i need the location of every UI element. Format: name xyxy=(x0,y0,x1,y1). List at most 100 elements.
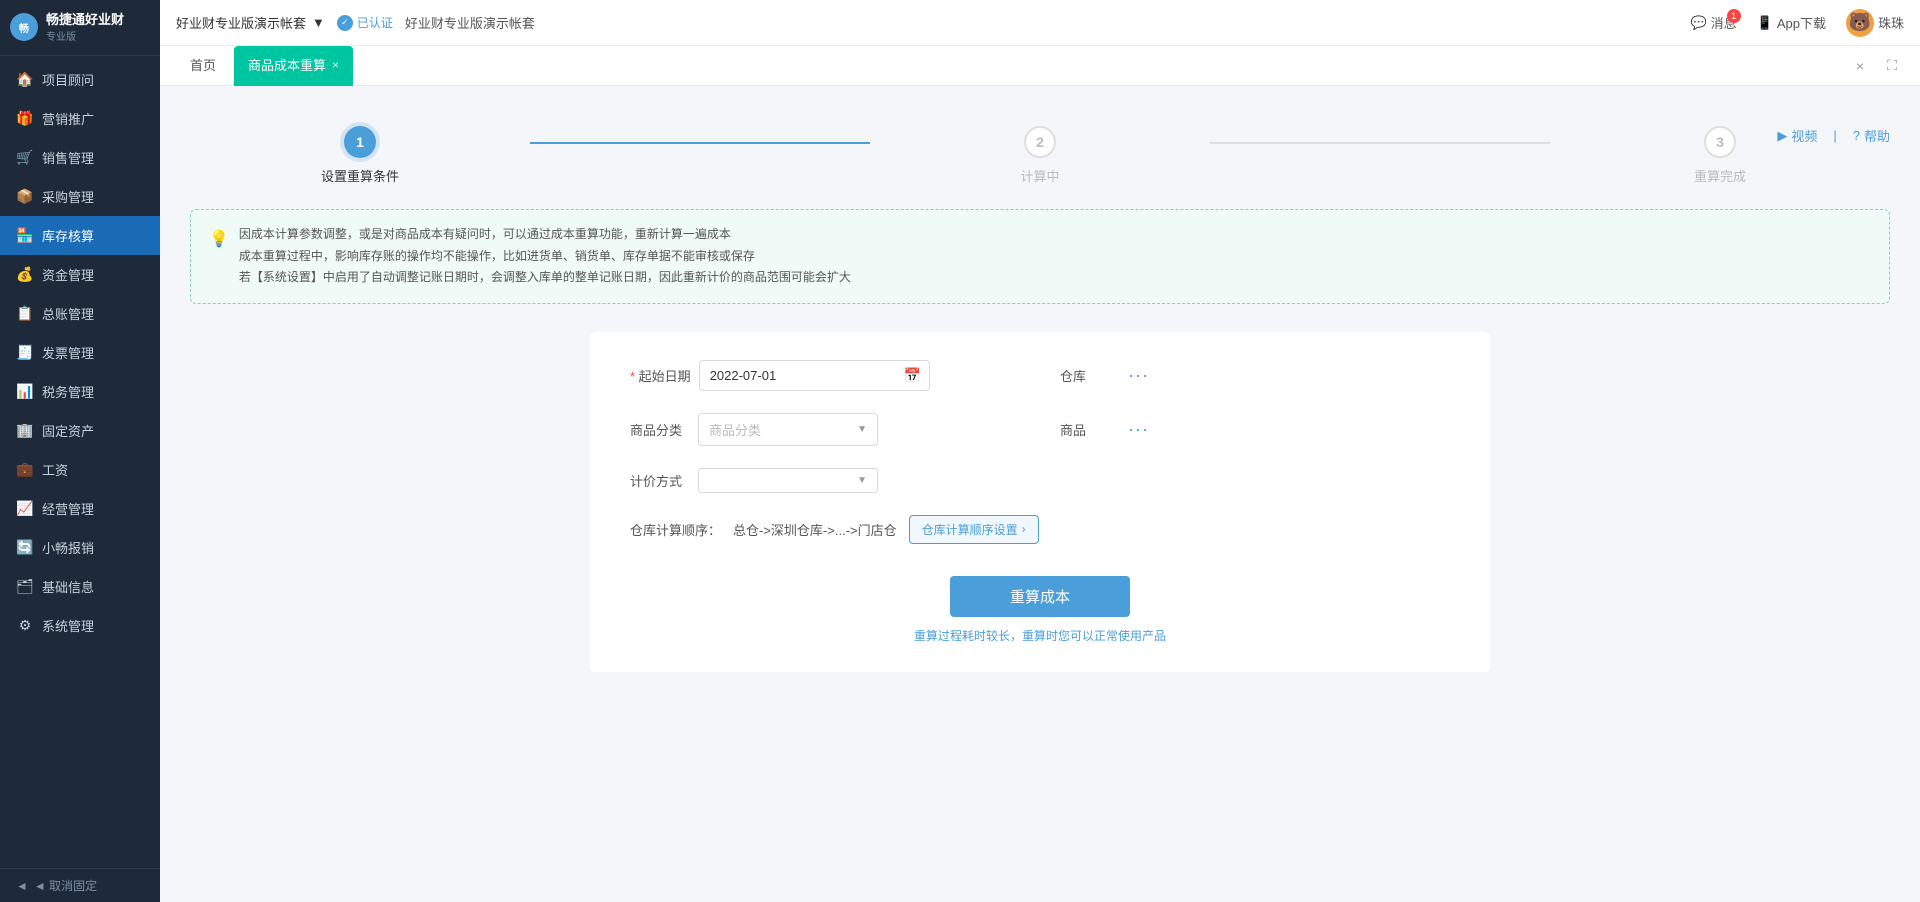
step-3-circle: 3 xyxy=(1704,126,1736,158)
message-icon: 💬 xyxy=(1690,15,1706,31)
sidebar-item-accounting-label: 总账管理 xyxy=(42,304,94,323)
verified-icon: ✓ xyxy=(337,15,353,31)
sidebar-nav: 🏠 项目顾问 🎁 营销推广 🛒 销售管理 📦 采购管理 🏪 库存核算 💰 资金管… xyxy=(0,56,160,868)
pricing-field: 计价方式 ▼ xyxy=(630,468,1020,493)
sidebar-item-business-label: 经营管理 xyxy=(42,499,94,518)
category-select[interactable]: 商品分类 ▼ xyxy=(698,413,878,446)
expand-icon: ⛶ xyxy=(1887,57,1897,74)
sidebar-edition: 专业版 xyxy=(46,28,124,43)
step-1-label: 设置重算条件 xyxy=(321,166,399,185)
step-1: 1 设置重算条件 xyxy=(190,126,530,185)
step-line-2 xyxy=(1210,142,1550,144)
app-download-button[interactable]: 📱 App下载 xyxy=(1757,13,1826,32)
tab-close-icon[interactable]: × xyxy=(332,58,339,72)
warehouse-order-label: 仓库计算顺序： xyxy=(630,520,721,539)
sidebar-item-purchase[interactable]: 📦 采购管理 xyxy=(0,177,160,216)
purchase-icon: 📦 xyxy=(16,187,34,205)
sidebar-unpin-button[interactable]: ◄ ◄ 取消固定 xyxy=(0,868,160,902)
sidebar-item-finance-label: 资金管理 xyxy=(42,265,94,284)
notification-count: 1 xyxy=(1727,9,1741,23)
sidebar-item-expense[interactable]: 🔄 小畅报销 xyxy=(0,528,160,567)
start-date-label: 起始日期 xyxy=(630,366,691,385)
step-3-label: 重算完成 xyxy=(1694,166,1746,185)
account-selector[interactable]: 好业财专业版演示帐套 ▼ xyxy=(176,13,325,32)
warehouse-field: 仓库 ··· xyxy=(1060,365,1450,386)
warehouse-settings-arrow-icon: › xyxy=(1022,522,1026,536)
sidebar-item-tax[interactable]: 📊 税务管理 xyxy=(0,372,160,411)
verified-label: 已认证 xyxy=(357,14,393,31)
warehouse-order-value: 总仓->深圳仓库->...->门店仓 xyxy=(733,520,897,539)
user-avatar: 🐻 xyxy=(1846,9,1874,37)
sidebar-item-accounting[interactable]: 📋 总账管理 xyxy=(0,294,160,333)
info-content: 因成本计算参数调整，或是对商品成本有疑问时，可以通过成本重算功能，重新计算一遍成… xyxy=(239,224,851,289)
start-date-input[interactable] xyxy=(700,362,896,389)
inventory-icon: 🏪 xyxy=(16,226,34,244)
user-menu-button[interactable]: 🐻 珠珠 xyxy=(1846,9,1904,37)
topbar: 好业财专业版演示帐套 ▼ ✓ 已认证 好业财专业版演示帐套 💬 消息 1 📱 A… xyxy=(160,0,1920,46)
verified-badge: ✓ 已认证 xyxy=(337,14,393,31)
marketing-icon: 🎁 xyxy=(16,109,34,127)
sidebar-item-project[interactable]: 🏠 项目顾问 xyxy=(0,60,160,99)
warehouse-order-settings-button[interactable]: 仓库计算顺序设置 › xyxy=(909,515,1039,544)
payroll-icon: 💼 xyxy=(16,460,34,478)
phone-icon: 📱 xyxy=(1757,15,1773,31)
calc-note: 重算过程耗时较长，重算时您可以正常使用产品 xyxy=(630,627,1450,644)
pricing-chevron-down-icon: ▼ xyxy=(857,475,867,486)
info-line-2: 成本重算过程中，影响库存账的操作均不能操作，比如进货单、销货单、库存单据不能审核… xyxy=(239,246,851,268)
tab-cost-recalc[interactable]: 商品成本重算 × xyxy=(234,46,353,86)
invoice-icon: 🧾 xyxy=(16,343,34,361)
tab-home[interactable]: 首页 xyxy=(176,46,230,86)
expand-window-button[interactable]: ⛶ xyxy=(1880,54,1904,78)
unpin-label: ◄ 取消固定 xyxy=(34,877,97,894)
steps-container: 1 设置重算条件 2 计算中 3 重算完成 ▶ 视频 xyxy=(190,106,1890,185)
sidebar-item-sales[interactable]: 🛒 销售管理 xyxy=(0,138,160,177)
product-label: 商品 xyxy=(1060,420,1120,439)
app-download-label: App下载 xyxy=(1777,13,1826,32)
start-date-field: 起始日期 📅 xyxy=(630,360,1020,391)
chevron-down-icon: ▼ xyxy=(312,15,325,30)
system-icon: ⚙ xyxy=(16,616,34,634)
sidebar-item-payroll[interactable]: 💼 工资 xyxy=(0,450,160,489)
category-chevron-down-icon: ▼ xyxy=(857,424,867,435)
help-icon: ? xyxy=(1853,128,1860,143)
basic-icon: 🗂 xyxy=(16,577,34,595)
info-box: 💡 因成本计算参数调整，或是对商品成本有疑问时，可以通过成本重算功能，重新计算一… xyxy=(190,209,1890,304)
sidebar-item-marketing-label: 营销推广 xyxy=(42,109,94,128)
sidebar-item-inventory[interactable]: 🏪 库存核算 xyxy=(0,216,160,255)
video-help-button[interactable]: ▶ 视频 xyxy=(1777,126,1817,145)
help-button[interactable]: ? 帮助 xyxy=(1853,126,1890,145)
sidebar-item-marketing[interactable]: 🎁 营销推广 xyxy=(0,99,160,138)
close-window-button[interactable]: × xyxy=(1848,54,1872,78)
category-placeholder: 商品分类 xyxy=(709,420,761,439)
sidebar-title-group: 畅捷通好业财 专业版 xyxy=(46,12,124,43)
video-label: 视频 xyxy=(1791,126,1817,145)
main-area: 好业财专业版演示帐套 ▼ ✓ 已认证 好业财专业版演示帐套 💬 消息 1 📱 A… xyxy=(160,0,1920,902)
start-date-input-group: 📅 xyxy=(699,360,930,391)
sidebar-item-business[interactable]: 📈 经营管理 xyxy=(0,489,160,528)
sidebar-item-assets[interactable]: 🏢 固定资产 xyxy=(0,411,160,450)
sidebar-header: 畅 畅捷通好业财 专业版 xyxy=(0,0,160,56)
sidebar-item-invoice[interactable]: 🧾 发票管理 xyxy=(0,333,160,372)
assets-icon: 🏢 xyxy=(16,421,34,439)
message-button[interactable]: 💬 消息 1 xyxy=(1690,13,1736,32)
sidebar-item-basic[interactable]: 🗂 基础信息 xyxy=(0,567,160,606)
sidebar-item-basic-label: 基础信息 xyxy=(42,577,94,596)
info-line-3: 若【系统设置】中启用了自动调整记账日期时，会调整入库单的整单记账日期，因此重新计… xyxy=(239,267,851,289)
product-select-button[interactable]: ··· xyxy=(1128,419,1149,440)
pricing-select[interactable]: ▼ xyxy=(698,468,878,493)
step-2-label: 计算中 xyxy=(1020,166,1059,185)
sales-icon: 🛒 xyxy=(16,148,34,166)
sidebar-item-purchase-label: 采购管理 xyxy=(42,187,94,206)
topbar-right: 💬 消息 1 📱 App下载 🐻 珠珠 xyxy=(1690,9,1904,37)
sidebar-item-system[interactable]: ⚙ 系统管理 xyxy=(0,606,160,645)
sidebar-item-sales-label: 销售管理 xyxy=(42,148,94,167)
sidebar-item-expense-label: 小畅报销 xyxy=(42,538,94,557)
tab-home-label: 首页 xyxy=(190,55,216,74)
project-icon: 🏠 xyxy=(16,70,34,88)
warehouse-select-button[interactable]: ··· xyxy=(1128,365,1149,386)
sidebar-item-finance[interactable]: 💰 资金管理 xyxy=(0,255,160,294)
recalc-button[interactable]: 重算成本 xyxy=(950,576,1130,617)
app-logo: 畅 xyxy=(10,13,38,41)
calendar-icon[interactable]: 📅 xyxy=(896,361,929,390)
help-label: 帮助 xyxy=(1864,126,1890,145)
